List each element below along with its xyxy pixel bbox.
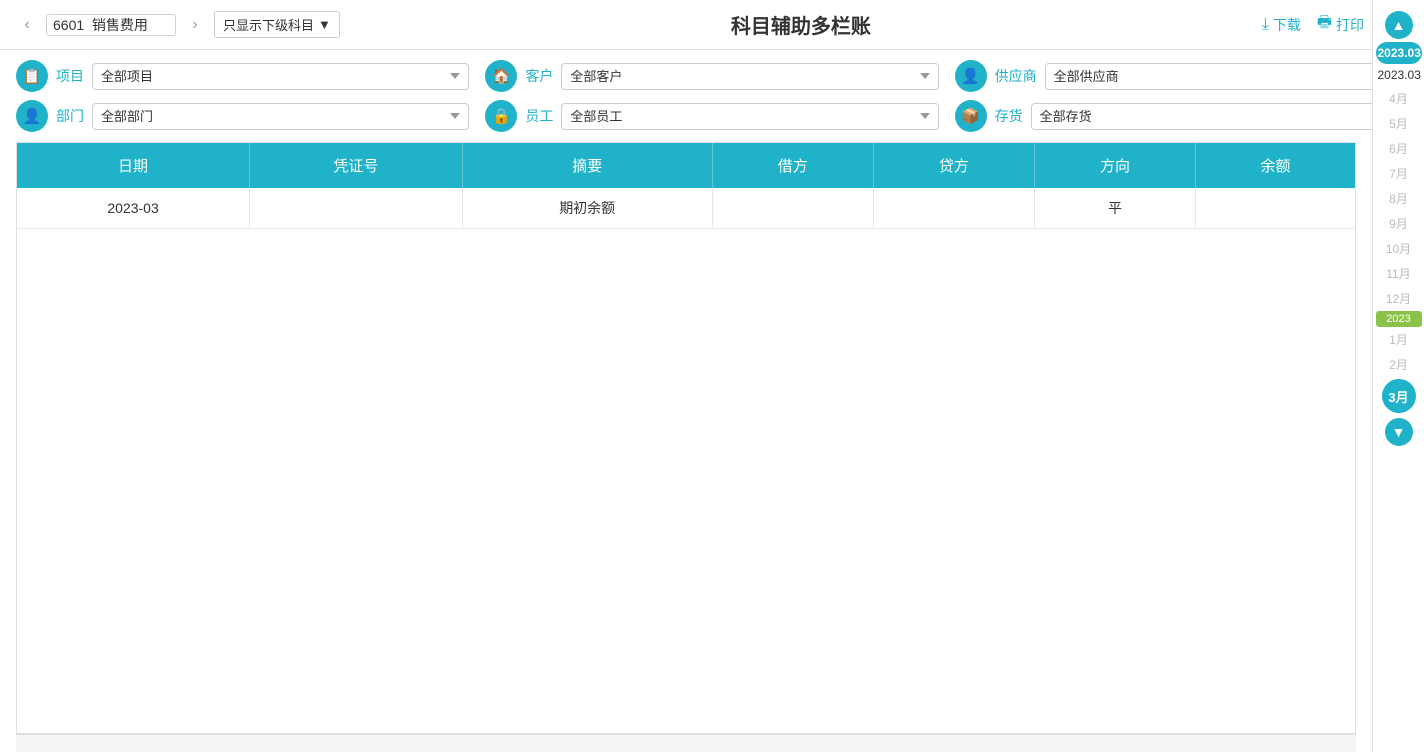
inventory-select[interactable]: 全部存货 xyxy=(1031,103,1408,130)
sidebar-period-item[interactable]: 8月 xyxy=(1376,186,1422,211)
col-balance: 余额 xyxy=(1196,143,1355,188)
prev-btn[interactable]: ‹ xyxy=(16,14,38,36)
filter-row-supplier: 👤 供应商 全部供应商 xyxy=(955,60,1408,92)
action-btns: ⤓ 下载 🖶 打印 xyxy=(1262,11,1364,38)
sidebar-period-item[interactable]: 11月 xyxy=(1376,261,1422,286)
col-direction: 方向 xyxy=(1034,143,1195,188)
employee-icon: 🔒 xyxy=(485,100,517,132)
page-title: 科目辅助多栏账 xyxy=(348,10,1254,39)
supplier-label: 供应商 xyxy=(995,66,1037,86)
sidebar-period-item[interactable]: 2023 xyxy=(1376,311,1422,327)
ledger-table: 日期 凭证号 摘要 借方 贷方 方向 余额 2023-03 期初余额 平 xyxy=(17,143,1355,229)
account-input[interactable] xyxy=(46,14,176,36)
filter-dropdown[interactable]: 只显示下级科目 ▼ xyxy=(214,11,340,38)
cell-summary: 期初余额 xyxy=(462,188,712,229)
supplier-select[interactable]: 全部供应商 xyxy=(1045,63,1408,90)
sidebar-period-item[interactable]: 6月 xyxy=(1376,136,1422,161)
employee-label: 员工 xyxy=(525,106,553,126)
print-button[interactable]: 🖶 打印 xyxy=(1317,11,1364,38)
chevron-down-icon: ▼ xyxy=(318,17,331,32)
filter-row-inventory: 📦 存货 全部存货 xyxy=(955,100,1408,132)
bottom-scrollbar[interactable] xyxy=(16,734,1356,752)
col-voucher: 凭证号 xyxy=(250,143,463,188)
department-select[interactable]: 全部部门 xyxy=(92,103,469,130)
sidebar-down-button[interactable]: ▼ xyxy=(1385,418,1413,446)
filter-area: 📋 项目 全部项目 🏠 客户 全部客户 👤 供应商 全部供应商 👤 部门 全 xyxy=(0,50,1424,142)
print-label: 打印 xyxy=(1336,15,1364,35)
filter-row-customer: 🏠 客户 全部客户 xyxy=(485,60,938,92)
col-debit: 借方 xyxy=(712,143,873,188)
cell-debit xyxy=(712,188,873,229)
col-credit: 贷方 xyxy=(873,143,1034,188)
customer-icon: 🏠 xyxy=(485,60,517,92)
filter-row-department: 👤 部门 全部部门 xyxy=(16,100,469,132)
sidebar-period-item[interactable]: 5月 xyxy=(1376,111,1422,136)
print-icon: 🖶 xyxy=(1317,11,1332,38)
account-code xyxy=(46,14,176,36)
filter-dropdown-label: 只显示下级科目 xyxy=(223,15,314,34)
sidebar-period-item[interactable]: 7月 xyxy=(1376,161,1422,186)
sidebar-period-item[interactable]: 2023.03 xyxy=(1376,42,1422,64)
sidebar-period-item[interactable]: 10月 xyxy=(1376,236,1422,261)
customer-select[interactable]: 全部客户 xyxy=(561,63,938,90)
cell-voucher xyxy=(250,188,463,229)
project-select[interactable]: 全部项目 xyxy=(92,63,469,90)
sidebar-period-item[interactable]: 2023.03 xyxy=(1376,64,1422,86)
project-label: 项目 xyxy=(56,66,84,86)
customer-label: 客户 xyxy=(525,66,553,86)
next-btn[interactable]: › xyxy=(184,14,206,36)
cell-direction: 平 xyxy=(1034,188,1195,229)
table-header-row: 日期 凭证号 摘要 借方 贷方 方向 余额 xyxy=(17,143,1355,188)
sidebar-up-button[interactable]: ▲ xyxy=(1385,11,1413,39)
filter-row-project: 📋 项目 全部项目 xyxy=(16,60,469,92)
supplier-icon: 👤 xyxy=(955,60,987,92)
col-summary: 摘要 xyxy=(462,143,712,188)
sidebar-period-item[interactable]: 3月 xyxy=(1382,379,1416,413)
table-row: 2023-03 期初余额 平 xyxy=(17,188,1355,229)
table-wrap: 日期 凭证号 摘要 借方 贷方 方向 余额 2023-03 期初余额 平 xyxy=(16,142,1356,734)
sidebar-period-item[interactable]: 9月 xyxy=(1376,211,1422,236)
cell-date: 2023-03 xyxy=(17,188,250,229)
sidebar-period-item[interactable]: 2月 xyxy=(1376,352,1422,377)
download-label: 下载 xyxy=(1273,15,1301,35)
employee-select[interactable]: 全部员工 xyxy=(561,103,938,130)
inventory-icon: 📦 xyxy=(955,100,987,132)
top-bar: ‹ › 只显示下级科目 ▼ 科目辅助多栏账 ⤓ 下载 🖶 打印 × xyxy=(0,0,1424,50)
sidebar-period-item[interactable]: 12月 xyxy=(1376,286,1422,311)
filter-row-employee: 🔒 员工 全部员工 xyxy=(485,100,938,132)
inventory-label: 存货 xyxy=(995,106,1023,126)
department-label: 部门 xyxy=(56,106,84,126)
sidebar-period-item[interactable]: 4月 xyxy=(1376,86,1422,111)
right-sidebar: ▲ 2023.032023.034月5月6月7月8月9月10月11月12月202… xyxy=(1372,0,1424,752)
sidebar-period-item[interactable]: 1月 xyxy=(1376,327,1422,352)
download-icon: ⤓ xyxy=(1262,16,1269,34)
cell-balance xyxy=(1196,188,1355,229)
download-button[interactable]: ⤓ 下载 xyxy=(1262,15,1301,35)
project-icon: 📋 xyxy=(16,60,48,92)
department-icon: 👤 xyxy=(16,100,48,132)
col-date: 日期 xyxy=(17,143,250,188)
cell-credit xyxy=(873,188,1034,229)
main-container: ‹ › 只显示下级科目 ▼ 科目辅助多栏账 ⤓ 下载 🖶 打印 × 📋 项目 xyxy=(0,0,1424,752)
